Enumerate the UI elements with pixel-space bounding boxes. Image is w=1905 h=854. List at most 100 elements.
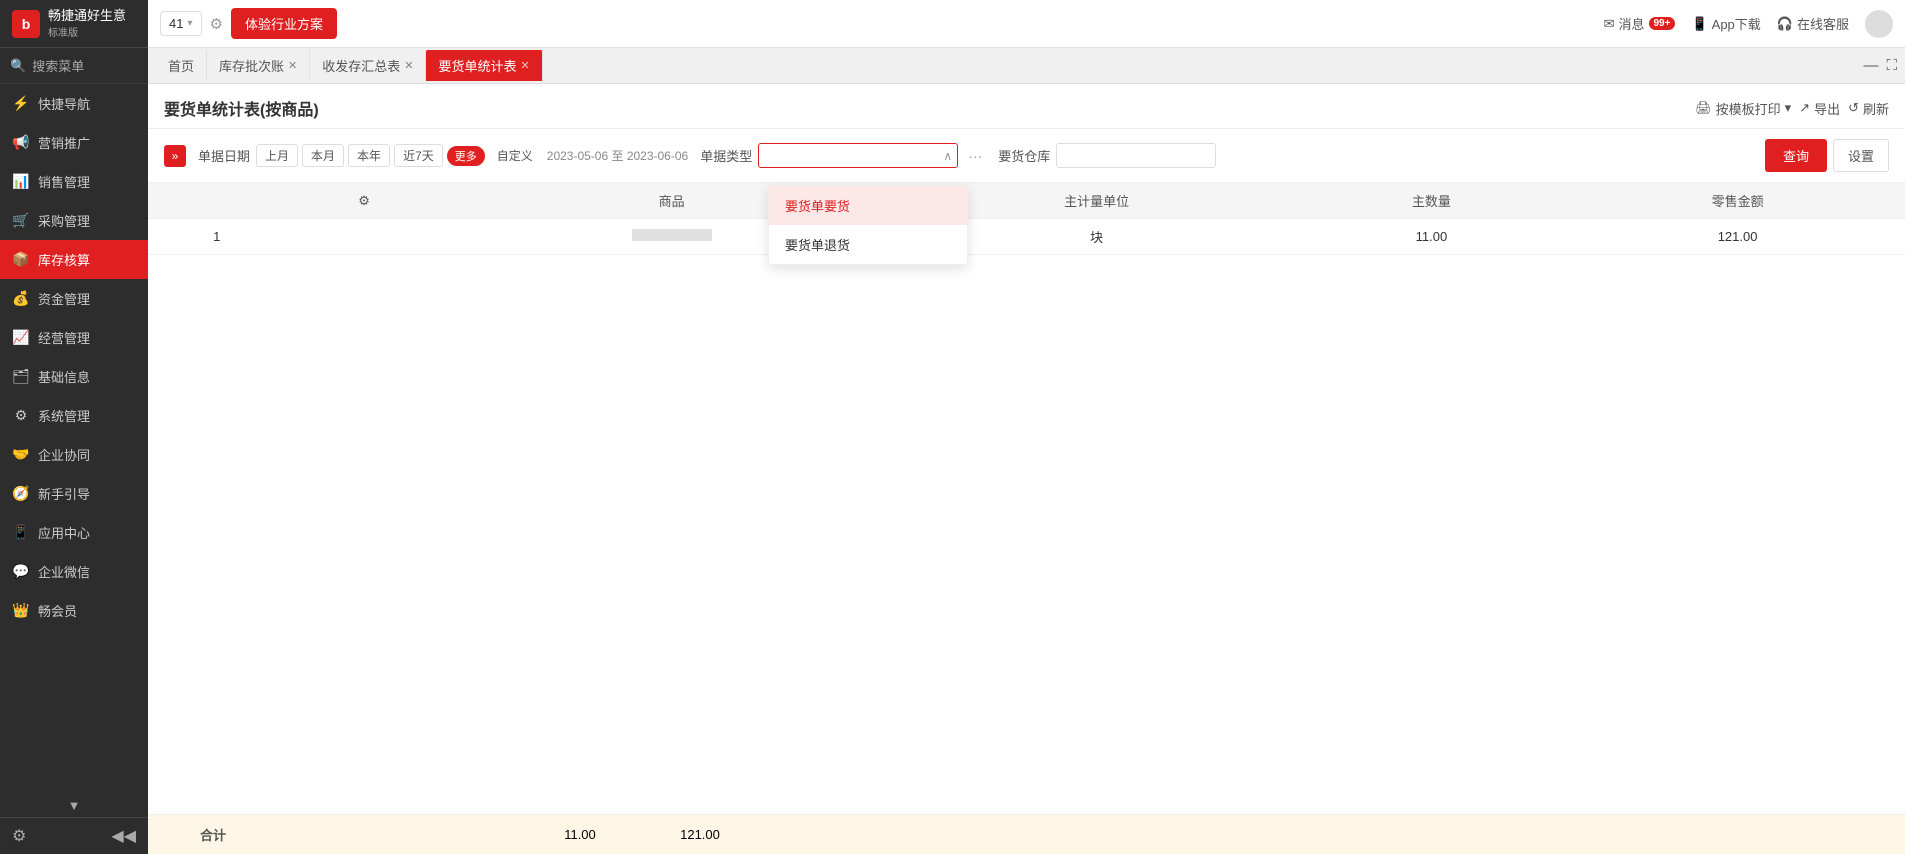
query-btn[interactable]: 查询 xyxy=(1765,139,1827,172)
refresh-btn[interactable]: ↺ 刷新 xyxy=(1848,99,1889,118)
sidebar-item-inventory[interactable]: 📦 库存核算 xyxy=(0,240,148,279)
date-btn-this-month[interactable]: 本月 xyxy=(302,144,344,167)
tab-inventory-batch[interactable]: 库存批次账 ✕ xyxy=(207,50,310,81)
trial-btn[interactable]: 体验行业方案 xyxy=(231,8,337,39)
more-filters-btn[interactable]: ··· xyxy=(964,146,986,166)
tab-receive-summary[interactable]: 收发存汇总表 ✕ xyxy=(310,50,426,81)
quick-nav-icon: ⚡ xyxy=(12,95,30,113)
app-version: 标准版 xyxy=(48,24,126,39)
message-icon: ✉ xyxy=(1604,16,1615,32)
topbar-org-dropdown[interactable]: 41 ▾ xyxy=(160,11,202,36)
sidebar-item-label: 基础信息 xyxy=(38,367,90,386)
sidebar-item-operations[interactable]: 📈 经营管理 xyxy=(0,318,148,357)
sidebar-item-label: 企业微信 xyxy=(38,562,90,581)
topbar: 41 ▾ ⚙ 体验行业方案 ✉ 消息 99+ 📱 App下载 🎧 在线客服 xyxy=(148,0,1905,48)
col-settings[interactable]: ⚙ xyxy=(286,183,443,219)
refresh-label: 刷新 xyxy=(1863,99,1889,118)
tab-home[interactable]: 首页 xyxy=(156,50,207,81)
table-row: 1 块 11.00 121.00 xyxy=(148,219,1905,255)
date-btn-last-month[interactable]: 上月 xyxy=(256,144,298,167)
filter-expand-btn[interactable]: » xyxy=(164,145,186,167)
data-table: ⚙ 商品 主计量单位 主数量 零售金额 1 xyxy=(148,183,1905,255)
sidebar-item-label: 资金管理 xyxy=(38,289,90,308)
sidebar-item-label: 新手引导 xyxy=(38,484,90,503)
sidebar-search[interactable]: 🔍 搜索菜单 xyxy=(0,48,148,84)
chevron-down-icon: ▼ xyxy=(68,798,81,813)
date-btn-custom[interactable]: 自定义 xyxy=(489,145,541,166)
content-area: 要货单统计表(按商品) 🖨 按模板打印 ▾ ↗ 导出 ↺ 刷新 » xyxy=(148,84,1905,854)
date-label: 单据日期 xyxy=(198,146,250,165)
basic-info-icon: 🗂 xyxy=(12,368,30,386)
cell-amount: 121.00 xyxy=(1570,219,1905,255)
sidebar-item-label: 库存核算 xyxy=(38,250,90,269)
purchase-icon: 🛒 xyxy=(12,212,30,230)
footer-amount: 121.00 xyxy=(640,827,760,842)
sidebar-item-basic-info[interactable]: 🗂 基础信息 xyxy=(0,357,148,396)
chevron-up-icon[interactable]: ∧ xyxy=(943,149,952,163)
sidebar-item-enterprise[interactable]: 🤝 企业协同 xyxy=(0,435,148,474)
sidebar-item-label: 销售管理 xyxy=(38,172,90,191)
tabs-bar: 首页 库存批次账 ✕ 收发存汇总表 ✕ 要货单统计表 ✕ — ⛶ xyxy=(148,48,1905,84)
filter-row: » 单据日期 上月 本月 本年 近7天 更多 自定义 2023-05-06 至 … xyxy=(148,129,1905,183)
dropdown-item-return-goods[interactable]: 要货单退货 xyxy=(769,225,967,264)
sidebar-item-marketing[interactable]: 📢 营销推广 xyxy=(0,123,148,162)
marketing-icon: 📢 xyxy=(12,134,30,152)
sidebar: b 畅捷通好生意 标准版 🔍 搜索菜单 ⚡ 快捷导航 📢 营销推广 📊 销售管理… xyxy=(0,0,148,854)
sidebar-search-label: 搜索菜单 xyxy=(32,56,84,75)
sidebar-footer: ⚙ ◀◀ xyxy=(0,817,148,854)
sidebar-item-finance[interactable]: 💰 资金管理 xyxy=(0,279,148,318)
date-btn-this-year[interactable]: 本年 xyxy=(348,144,390,167)
avatar[interactable] xyxy=(1865,10,1893,38)
sidebar-logo: b 畅捷通好生意 标准版 xyxy=(0,0,148,48)
sidebar-item-member[interactable]: 👑 畅会员 xyxy=(0,591,148,630)
page-title: 要货单统计表(按商品) xyxy=(164,96,319,120)
close-icon[interactable]: ✕ xyxy=(288,59,297,72)
col-seq xyxy=(148,183,286,219)
sidebar-scroll-down[interactable]: ▼ xyxy=(0,794,148,817)
sidebar-item-purchase[interactable]: 🛒 采购管理 xyxy=(0,201,148,240)
app-download-btn[interactable]: 📱 App下载 xyxy=(1691,14,1760,33)
tabs-right: — ⛶ xyxy=(1863,57,1897,74)
sidebar-item-app-center[interactable]: 📱 应用中心 xyxy=(0,513,148,552)
sidebar-item-wechat[interactable]: 💬 企业微信 xyxy=(0,552,148,591)
topbar-gear-icon[interactable]: ⚙ xyxy=(210,15,223,33)
table-footer-wrapper: 合计 11.00 121.00 xyxy=(148,814,1905,854)
page-header: 要货单统计表(按商品) 🖨 按模板打印 ▾ ↗ 导出 ↺ 刷新 xyxy=(148,84,1905,129)
sidebar-item-system[interactable]: ⚙ 系统管理 xyxy=(0,396,148,435)
tab-minimize-icon[interactable]: — xyxy=(1863,57,1878,74)
sidebar-item-quick-nav[interactable]: ⚡ 快捷导航 xyxy=(0,84,148,123)
close-icon[interactable]: ✕ xyxy=(521,59,530,72)
collapse-icon[interactable]: ◀◀ xyxy=(111,826,136,846)
topbar-right: ✉ 消息 99+ 📱 App下载 🎧 在线客服 xyxy=(1604,10,1893,38)
print-btn[interactable]: 🖨 按模板打印 ▾ xyxy=(1695,99,1791,118)
date-btn-last-7[interactable]: 近7天 xyxy=(394,144,443,167)
cell-seq: 1 xyxy=(148,219,286,255)
settings-icon[interactable]: ⚙ xyxy=(12,826,26,846)
export-btn[interactable]: ↗ 导出 xyxy=(1799,99,1840,118)
date-btn-more[interactable]: 更多 xyxy=(447,146,485,166)
warehouse-input[interactable] xyxy=(1056,143,1216,168)
tab-maximize-icon[interactable]: ⛶ xyxy=(1886,57,1897,74)
date-btns: 上月 本月 本年 近7天 更多 自定义 xyxy=(256,144,541,167)
online-service-btn[interactable]: 🎧 在线客服 xyxy=(1777,14,1849,33)
footer-quantity: 11.00 xyxy=(520,827,640,842)
sidebar-item-guide[interactable]: 🧭 新手引导 xyxy=(0,474,148,513)
enterprise-icon: 🤝 xyxy=(12,446,30,464)
sidebar-item-sales[interactable]: 📊 销售管理 xyxy=(0,162,148,201)
doc-type-dropdown: 要货单要货 要货单退货 xyxy=(768,185,968,265)
tab-label: 收发存汇总表 xyxy=(322,56,400,75)
messages-label: 消息 xyxy=(1618,14,1644,33)
table-footer: 合计 11.00 121.00 xyxy=(148,814,1905,854)
settings-icon[interactable]: ⚙ xyxy=(358,193,370,208)
doc-type-filter: 单据类型 ∧ ··· xyxy=(700,143,986,168)
settings-btn[interactable]: 设置 xyxy=(1833,139,1889,172)
refresh-icon: ↺ xyxy=(1848,100,1859,116)
close-icon[interactable]: ✕ xyxy=(404,59,413,72)
dropdown-item-order-goods[interactable]: 要货单要货 xyxy=(769,186,967,225)
tab-label: 首页 xyxy=(168,56,194,75)
doc-type-input[interactable] xyxy=(758,143,958,168)
tab-order-stats[interactable]: 要货单统计表 ✕ xyxy=(426,50,542,81)
messages-btn[interactable]: ✉ 消息 99+ xyxy=(1604,14,1676,33)
messages-badge: 99+ xyxy=(1649,17,1676,30)
sidebar-item-label: 畅会员 xyxy=(38,601,77,620)
